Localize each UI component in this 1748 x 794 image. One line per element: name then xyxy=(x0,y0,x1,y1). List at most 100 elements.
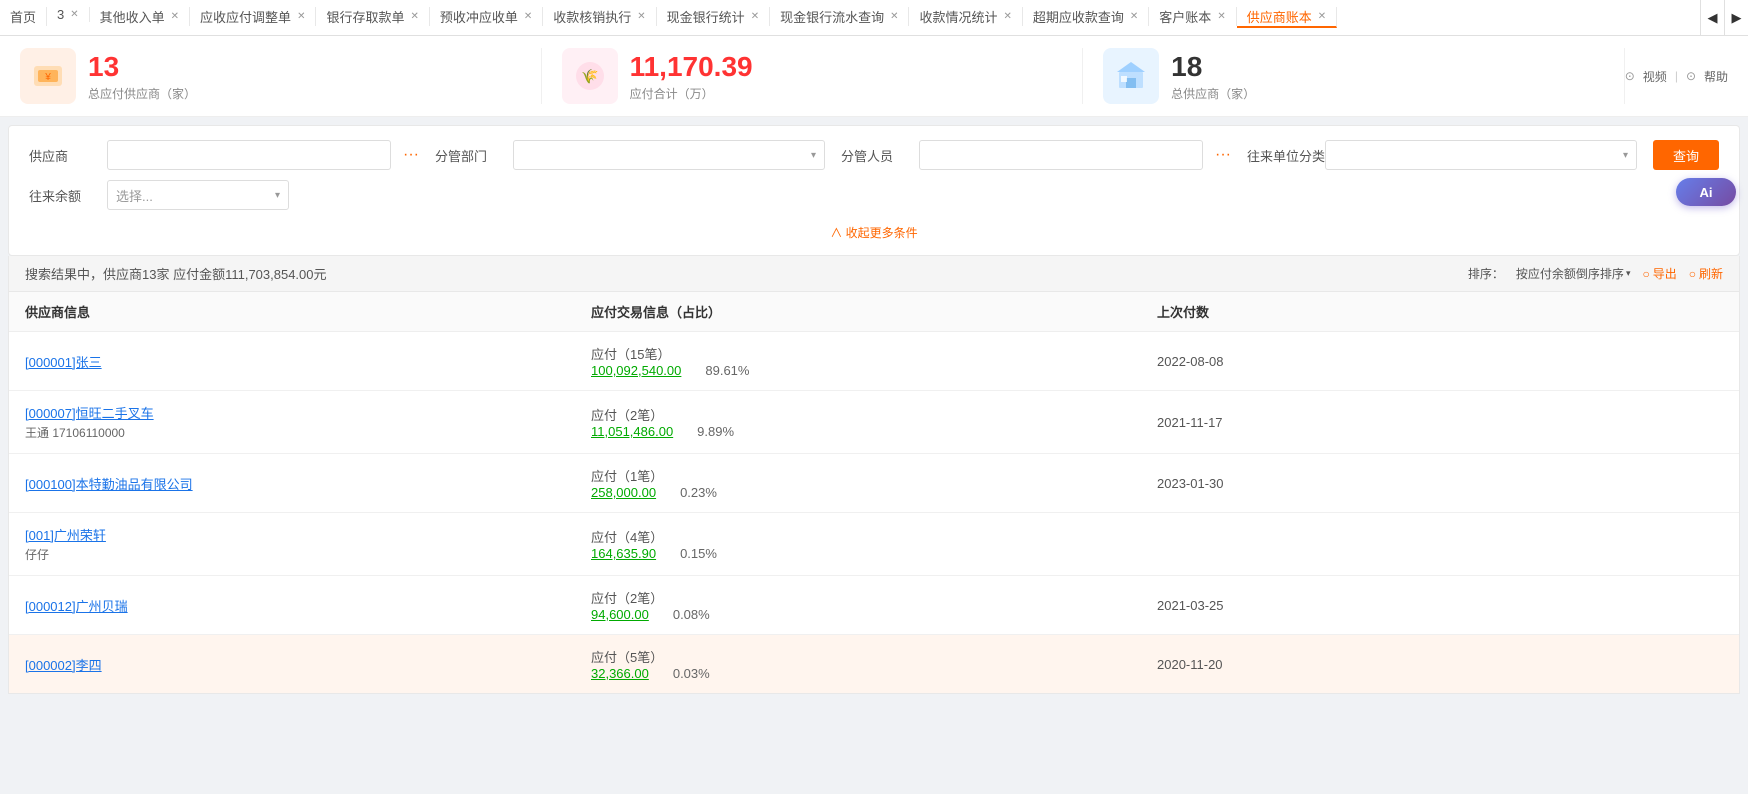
trans-pct: 0.23% xyxy=(680,485,717,500)
trans-amount[interactable]: 11,051,486.00 xyxy=(591,424,673,439)
trans-amount[interactable]: 32,366.00 xyxy=(591,666,649,681)
close-icon[interactable]: ✕ xyxy=(524,11,532,22)
close-icon[interactable]: ✕ xyxy=(1217,11,1225,22)
svg-text:🌾: 🌾 xyxy=(581,68,598,84)
svg-text:¥: ¥ xyxy=(44,72,51,83)
trans-amount[interactable]: 258,000.00 xyxy=(591,485,656,500)
trans-label: 应付（5笔） xyxy=(591,647,1157,666)
supplier-name: [000007]恒旺二手叉车 xyxy=(25,406,154,421)
supplier-link[interactable]: [000012]广州贝瑞 xyxy=(25,596,591,615)
trans-amount[interactable]: 100,092,540.00 xyxy=(591,363,681,378)
close-icon[interactable]: ✕ xyxy=(1318,11,1326,22)
balance-select[interactable]: 选择... ▾ xyxy=(107,180,289,210)
supplier-cell: [000002]李四 xyxy=(25,655,591,674)
trans-cell: 应付（15笔） 100,092,540.00 89.61% xyxy=(591,344,1157,378)
close-icon[interactable]: ✕ xyxy=(1130,11,1138,22)
stat-total-label: 总供应商（家） xyxy=(1171,85,1604,102)
sort-button[interactable]: 按应付余额倒序排序 ▾ xyxy=(1516,265,1631,282)
amount-icon: 🌾 xyxy=(562,48,618,104)
trans-cell: 应付（4笔） 164,635.90 0.15% xyxy=(591,527,1157,561)
circle-icon: ⊙ xyxy=(1625,69,1635,83)
nav-label: 应收应付调整单 xyxy=(200,7,291,26)
nav-item-3[interactable]: 3 ✕ xyxy=(47,7,90,22)
supplier-sub: 王通 17106110000 xyxy=(25,424,591,441)
supplier-link[interactable]: [000001]张三 xyxy=(25,352,591,371)
table-row: [001]广州荣轩 仔仔 应付（4笔） 164,635.90 0.15% xyxy=(9,513,1739,576)
close-icon[interactable]: ✕ xyxy=(1004,11,1012,22)
nav-item-adjustment[interactable]: 应收应付调整单 ✕ xyxy=(190,7,316,26)
table-row: [000012]广州贝瑞 应付（2笔） 94,600.00 0.08% 2021… xyxy=(9,576,1739,635)
nav-tabs: 首页 3 ✕ 其他收入单 ✕ 应收应付调整单 ✕ 银行存取款单 ✕ 预收冲应收单… xyxy=(0,7,1700,28)
trans-label: 应付（4笔） xyxy=(591,527,1157,546)
last-pay-cell: 2021-03-25 xyxy=(1157,598,1723,613)
stat-payable-content: 13 总应付供应商（家） xyxy=(88,50,521,103)
nav-label: 其他收入单 xyxy=(100,7,165,26)
export-icon: ○ xyxy=(1642,267,1649,281)
dept-select[interactable]: ▾ xyxy=(513,140,825,170)
supplier-link[interactable]: [000100]本特勤油品有限公司 xyxy=(25,474,591,493)
nav-item-cash-bank-stats[interactable]: 现金银行统计 ✕ xyxy=(657,7,770,26)
dept-label: 分管部门 xyxy=(435,146,505,165)
close-icon[interactable]: ✕ xyxy=(297,11,305,22)
stat-amount-content: 11,170.39 应付合计（万） xyxy=(630,50,1063,103)
last-pay-cell: 2022-08-08 xyxy=(1157,354,1723,369)
export-button[interactable]: ○ 导出 xyxy=(1642,265,1676,282)
person-input[interactable] xyxy=(919,140,1203,170)
refresh-label: 刷新 xyxy=(1699,265,1723,282)
nav-item-advance-receive[interactable]: 预收冲应收单 ✕ xyxy=(430,7,543,26)
stat-total-number: 18 xyxy=(1171,50,1604,84)
ai-button[interactable]: Ai xyxy=(1676,178,1736,206)
nav-item-collection-stats[interactable]: 收款情况统计 ✕ xyxy=(909,7,1022,26)
nav-item-supplier-account[interactable]: 供应商账本 ✕ xyxy=(1237,7,1337,28)
collapse-bar[interactable]: ∧ 收起更多条件 xyxy=(29,220,1719,245)
person-field: 分管人员 ··· xyxy=(841,140,1231,170)
nav-bar: 首页 3 ✕ 其他收入单 ✕ 应收应付调整单 ✕ 银行存取款单 ✕ 预收冲应收单… xyxy=(0,0,1748,36)
sort-label: 排序： xyxy=(1468,265,1504,282)
trans-label: 应付（15笔） xyxy=(591,344,1157,363)
col-trans-info: 应付交易信息（占比） xyxy=(591,302,1157,321)
close-icon[interactable]: ✕ xyxy=(171,11,179,22)
close-icon[interactable]: ✕ xyxy=(751,11,759,22)
nav-label: 供应商账本 xyxy=(1247,7,1312,26)
table-row: [000100]本特勤油品有限公司 应付（1笔） 258,000.00 0.23… xyxy=(9,454,1739,513)
stat-payable-number: 13 xyxy=(88,50,521,84)
query-button[interactable]: 查询 xyxy=(1653,140,1719,170)
trans-amount[interactable]: 164,635.90 xyxy=(591,546,656,561)
nav-item-cash-flow[interactable]: 现金银行流水查询 ✕ xyxy=(770,7,909,26)
stat-total-amount: 🌾 11,170.39 应付合计（万） xyxy=(542,48,1084,104)
close-icon[interactable]: ✕ xyxy=(410,11,418,22)
nav-item-overdue-query[interactable]: 超期应收款查询 ✕ xyxy=(1023,7,1149,26)
nav-item-customer-account[interactable]: 客户账本 ✕ xyxy=(1149,7,1236,26)
supplier-link[interactable]: [000002]李四 xyxy=(25,655,591,674)
video-link[interactable]: 视频 xyxy=(1643,68,1667,85)
close-icon[interactable]: ✕ xyxy=(70,9,78,20)
refresh-button[interactable]: ○ 刷新 xyxy=(1689,265,1723,282)
nav-item-home[interactable]: 首页 xyxy=(0,7,47,26)
category-select[interactable]: ▾ xyxy=(1325,140,1637,170)
nav-item-bank-deposit[interactable]: 银行存取款单 ✕ xyxy=(316,7,429,26)
close-icon[interactable]: ✕ xyxy=(637,11,645,22)
trans-amount[interactable]: 94,600.00 xyxy=(591,607,649,622)
nav-item-collection-execute[interactable]: 收款核销执行 ✕ xyxy=(543,7,656,26)
nav-next-arrow[interactable]: ▶ xyxy=(1724,0,1748,36)
close-icon[interactable]: ✕ xyxy=(890,11,898,22)
table-header: 供应商信息 应付交易信息（占比） 上次付数 xyxy=(9,292,1739,332)
trans-label: 应付（1笔） xyxy=(591,466,1157,485)
nav-item-other-income[interactable]: 其他收入单 ✕ xyxy=(90,7,190,26)
nav-label: 收款情况统计 xyxy=(919,7,997,26)
sort-area: 排序： 按应付余额倒序排序 ▾ ○ 导出 ○ 刷新 xyxy=(1468,265,1723,282)
supplier-name: [000002]李四 xyxy=(25,658,102,673)
supplier-sub: 仔仔 xyxy=(25,546,591,563)
supplier-link[interactable]: [001]广州荣轩 xyxy=(25,525,591,544)
help-link[interactable]: 帮助 xyxy=(1704,68,1728,85)
table-body: [000001]张三 应付（15笔） 100,092,540.00 89.61%… xyxy=(9,332,1739,693)
nav-prev-arrow[interactable]: ◀ xyxy=(1700,0,1724,36)
stat-amount-label: 应付合计（万） xyxy=(630,85,1063,102)
col-last-pay: 上次付数 xyxy=(1157,302,1723,321)
form-row-2: 往来余额 选择... ▾ xyxy=(29,180,1719,210)
chevron-down-icon3: ▾ xyxy=(275,190,280,201)
trans-pct: 0.08% xyxy=(673,607,710,622)
table-row: [000001]张三 应付（15笔） 100,092,540.00 89.61%… xyxy=(9,332,1739,391)
supplier-input[interactable] xyxy=(107,140,391,170)
supplier-link[interactable]: [000007]恒旺二手叉车 xyxy=(25,403,591,422)
